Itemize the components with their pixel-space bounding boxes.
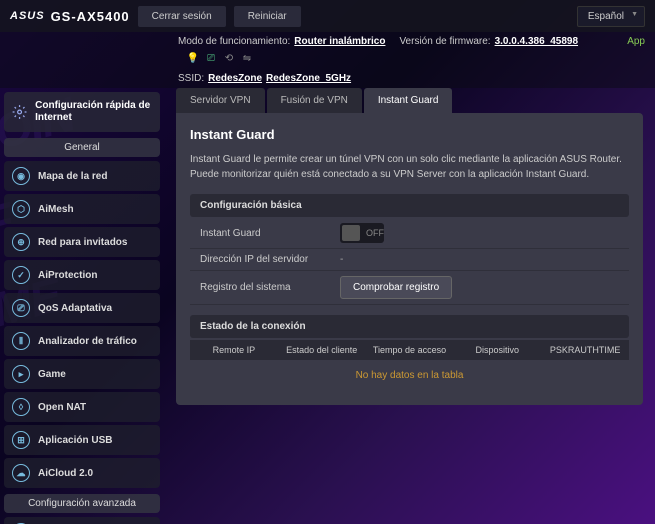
sidebar-item-inalámbrico[interactable]: ⊛Inalámbrico bbox=[4, 517, 160, 524]
page-title: Instant Guard bbox=[190, 127, 629, 142]
sidebar-item-game[interactable]: ▸ Game bbox=[4, 359, 160, 389]
usb-icon[interactable]: ⇋ bbox=[240, 51, 254, 65]
column-header: Estado del cliente bbox=[278, 340, 366, 360]
ssid-label: SSID: bbox=[178, 73, 204, 84]
sidebar-item-label: Analizador de tráfico bbox=[38, 336, 137, 347]
syslog-label: Registro del sistema bbox=[200, 282, 340, 293]
sidebar-item-mapa-de-la-red[interactable]: ◉ Mapa de la red bbox=[4, 161, 160, 191]
language-select[interactable]: Español bbox=[577, 6, 645, 27]
sidebar-icon: ◉ bbox=[12, 167, 30, 185]
instant-guard-label: Instant Guard bbox=[200, 228, 340, 239]
sidebar-item-label: Red para invitados bbox=[38, 237, 127, 248]
sidebar-item-qos-adaptativa[interactable]: ⎚ QoS Adaptativa bbox=[4, 293, 160, 323]
sidebar-item-label: Mapa de la red bbox=[38, 171, 107, 182]
ssid2[interactable]: RedesZone_5GHz bbox=[266, 73, 351, 84]
sidebar-item-analizador-de-tráfico[interactable]: ⫴ Analizador de tráfico bbox=[4, 326, 160, 356]
sidebar-item-open-nat[interactable]: ◊ Open NAT bbox=[4, 392, 160, 422]
sidebar-icon: ⎚ bbox=[12, 299, 30, 317]
mode-value[interactable]: Router inalámbrico bbox=[294, 36, 385, 47]
fw-label: Versión de firmware: bbox=[399, 36, 490, 47]
mode-label: Modo de funcionamiento: bbox=[178, 36, 290, 47]
brand-logo: ASUS bbox=[10, 10, 45, 22]
tab-servidor-vpn[interactable]: Servidor VPN bbox=[176, 88, 265, 113]
sidebar-item-label: QoS Adaptativa bbox=[38, 303, 112, 314]
network-icon[interactable]: ⎚ bbox=[204, 51, 218, 65]
column-header: Tiempo de acceso bbox=[366, 340, 454, 360]
server-ip-label: Dirección IP del servidor bbox=[200, 254, 340, 265]
table-empty-message: No hay datos en la tabla bbox=[190, 360, 629, 391]
server-ip-value: - bbox=[340, 254, 343, 265]
sidebar-item-aimesh[interactable]: ⬡ AiMesh bbox=[4, 194, 160, 224]
sidebar-item-aiprotection[interactable]: ✓ AiProtection bbox=[4, 260, 160, 290]
advanced-header: Configuración avanzada bbox=[4, 494, 160, 513]
sidebar-item-red-para-invitados[interactable]: ⊕ Red para invitados bbox=[4, 227, 160, 257]
sidebar-icon: ⫴ bbox=[12, 332, 30, 350]
general-header: General bbox=[4, 138, 160, 157]
column-header: PSKRAUTHTIME bbox=[541, 340, 629, 360]
sidebar-icon: ⬡ bbox=[12, 200, 30, 218]
column-header: Remote IP bbox=[190, 340, 278, 360]
fw-value[interactable]: 3.0.0.4.386_45898 bbox=[495, 36, 578, 47]
sidebar-item-aicloud-2.0[interactable]: ☁ AiCloud 2.0 bbox=[4, 458, 160, 488]
brand-model: GS-AX5400 bbox=[51, 9, 130, 24]
ssid1[interactable]: RedesZone bbox=[208, 73, 262, 84]
instant-guard-toggle[interactable]: OFF bbox=[340, 223, 384, 243]
sidebar-icon: ☁ bbox=[12, 464, 30, 482]
sidebar-icon: ⊞ bbox=[12, 431, 30, 449]
sidebar-icon: ✓ bbox=[12, 266, 30, 284]
sidebar-icon: ◊ bbox=[12, 398, 30, 416]
quick-setup-button[interactable]: Configuración rápida de Internet bbox=[4, 92, 160, 132]
brand: ASUS GS-AX5400 bbox=[10, 9, 130, 24]
connection-status-header: Estado de la conexión bbox=[190, 315, 629, 338]
sidebar-item-label: AiProtection bbox=[38, 270, 97, 281]
sidebar-item-label: Open NAT bbox=[38, 402, 86, 413]
app-link[interactable]: App bbox=[627, 36, 645, 47]
sidebar-item-label: AiMesh bbox=[38, 204, 74, 215]
tab-instant-guard[interactable]: Instant Guard bbox=[364, 88, 453, 113]
refresh-icon[interactable]: ⟲ bbox=[222, 51, 236, 65]
sidebar-item-label: Game bbox=[38, 369, 66, 380]
check-log-button[interactable]: Comprobar registro bbox=[340, 276, 452, 299]
gear-icon bbox=[12, 102, 27, 122]
quick-setup-label: Configuración rápida de Internet bbox=[35, 100, 152, 124]
basic-config-header: Configuración básica bbox=[190, 194, 629, 217]
sidebar-icon: ▸ bbox=[12, 365, 30, 383]
page-description: Instant Guard le permite crear un túnel … bbox=[190, 152, 629, 182]
sidebar-icon: ⊕ bbox=[12, 233, 30, 251]
sidebar-item-label: Aplicación USB bbox=[38, 435, 112, 446]
bulb-icon[interactable]: 💡 bbox=[186, 51, 200, 65]
sidebar-item-aplicación-usb[interactable]: ⊞ Aplicación USB bbox=[4, 425, 160, 455]
sidebar-item-label: AiCloud 2.0 bbox=[38, 468, 93, 479]
reboot-button[interactable]: Reiniciar bbox=[234, 6, 301, 27]
tab-fusión-de-vpn[interactable]: Fusión de VPN bbox=[267, 88, 362, 113]
column-header: Dispositivo bbox=[453, 340, 541, 360]
logout-button[interactable]: Cerrar sesión bbox=[138, 6, 226, 27]
